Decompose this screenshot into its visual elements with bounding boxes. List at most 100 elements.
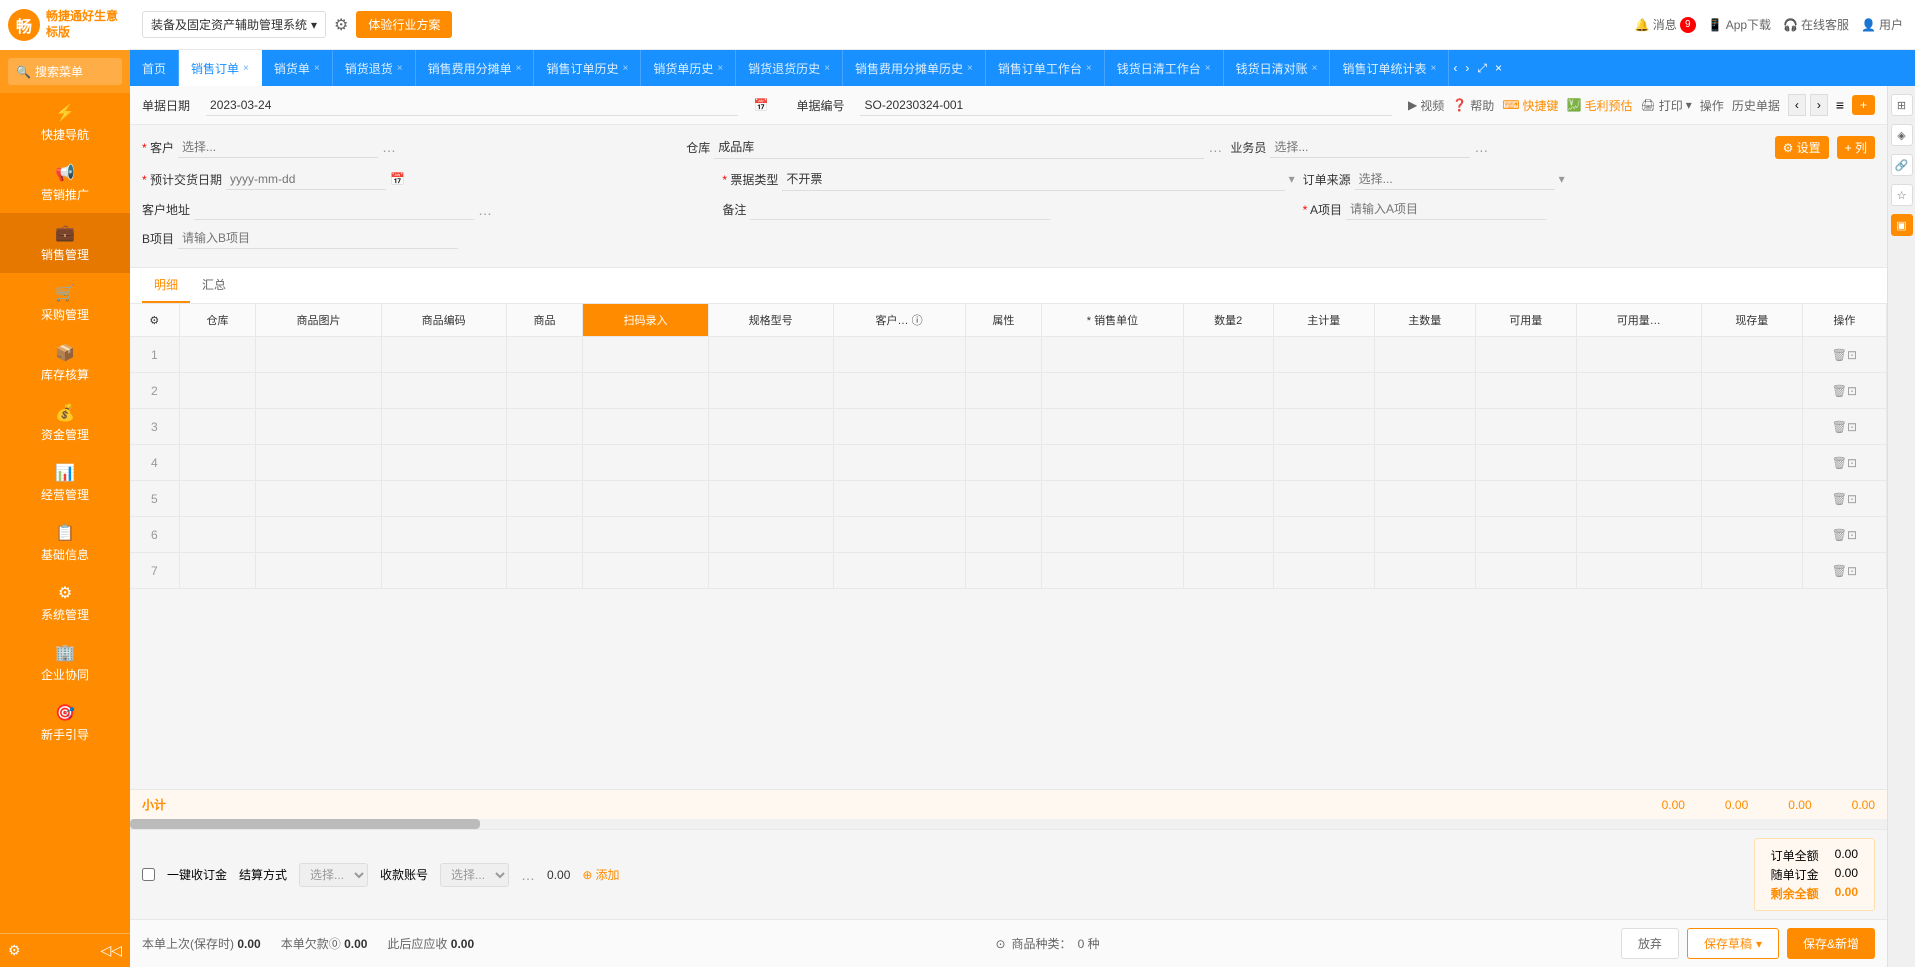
tab-summary[interactable]: 汇总 bbox=[190, 268, 238, 303]
table-cell[interactable] bbox=[256, 409, 381, 445]
copy-row-button[interactable]: ⊡ bbox=[1847, 348, 1857, 362]
sidebar-item-guide[interactable]: 🎯 新手引导 bbox=[0, 693, 130, 753]
add-payment-button[interactable]: ⊕ 添加 bbox=[582, 866, 619, 883]
close-stats-tab-icon[interactable]: × bbox=[1430, 63, 1436, 74]
table-cell[interactable] bbox=[583, 517, 708, 553]
shortcut-button[interactable]: ⌨ 快捷键 bbox=[1502, 97, 1558, 114]
table-cell[interactable] bbox=[1042, 337, 1183, 373]
table-cell[interactable] bbox=[1374, 409, 1475, 445]
table-cell[interactable] bbox=[256, 517, 381, 553]
table-cell[interactable] bbox=[506, 517, 583, 553]
delete-row-button[interactable]: 🗑 bbox=[1832, 528, 1847, 542]
table-cell[interactable] bbox=[833, 481, 965, 517]
tab-next-button[interactable]: › bbox=[1461, 61, 1473, 75]
table-cell[interactable] bbox=[1273, 553, 1374, 589]
table-cell[interactable] bbox=[708, 445, 833, 481]
save-draft-button[interactable]: 保存草稿 ▾ bbox=[1687, 928, 1779, 959]
table-cell[interactable] bbox=[381, 445, 506, 481]
right-star-button[interactable]: ☆ bbox=[1891, 184, 1913, 206]
table-cell[interactable] bbox=[1701, 517, 1802, 553]
table-cell[interactable] bbox=[965, 517, 1042, 553]
address-input[interactable] bbox=[194, 199, 474, 220]
table-cell[interactable] bbox=[179, 373, 256, 409]
delivery-calendar-icon[interactable]: 📅 bbox=[390, 172, 405, 186]
table-cell[interactable] bbox=[1701, 553, 1802, 589]
close-return-history-tab-icon[interactable]: × bbox=[824, 63, 830, 74]
col-main-unit[interactable]: 主计量 bbox=[1273, 304, 1374, 337]
search-menu-button[interactable]: 🔍 搜索菜单 bbox=[8, 58, 122, 85]
table-cell[interactable] bbox=[381, 373, 506, 409]
table-cell[interactable] bbox=[506, 481, 583, 517]
delete-row-button[interactable]: 🗑 bbox=[1832, 492, 1847, 506]
table-cell[interactable] bbox=[1273, 517, 1374, 553]
print-button[interactable]: 🖨 打印 ▾ bbox=[1641, 97, 1692, 114]
table-cell[interactable] bbox=[1701, 337, 1802, 373]
close-sales-fee-tab-icon[interactable]: × bbox=[516, 63, 522, 74]
table-cell[interactable] bbox=[1475, 517, 1576, 553]
industry-solution-button[interactable]: 体验行业方案 bbox=[356, 11, 452, 38]
table-cell[interactable] bbox=[965, 337, 1042, 373]
table-cell[interactable] bbox=[708, 481, 833, 517]
sidebar-item-system[interactable]: ⚙ 系统管理 bbox=[0, 573, 130, 633]
table-cell[interactable] bbox=[583, 409, 708, 445]
col-customer-code[interactable]: 客户… ⓘ bbox=[833, 304, 965, 337]
table-cell[interactable] bbox=[708, 517, 833, 553]
delete-row-button[interactable]: 🗑 bbox=[1832, 564, 1847, 578]
copy-row-button[interactable]: ⊡ bbox=[1847, 456, 1857, 470]
a-project-input[interactable] bbox=[1346, 199, 1546, 220]
b-project-input[interactable] bbox=[178, 228, 458, 249]
staff-input[interactable] bbox=[1270, 137, 1470, 158]
messages-button[interactable]: 🔔 消息 9 bbox=[1635, 16, 1696, 33]
table-cell[interactable] bbox=[256, 481, 381, 517]
actions-button[interactable]: 操作 bbox=[1700, 97, 1724, 114]
table-cell[interactable] bbox=[1183, 517, 1273, 553]
table-cell[interactable] bbox=[1374, 517, 1475, 553]
table-cell[interactable] bbox=[256, 373, 381, 409]
table-cell[interactable] bbox=[1042, 553, 1183, 589]
user-menu-button[interactable]: 👤 用户 bbox=[1861, 16, 1903, 33]
save-new-button[interactable]: 保存&新增 bbox=[1787, 928, 1875, 959]
col-scan[interactable]: 扫码录入 bbox=[583, 304, 708, 337]
table-cell[interactable] bbox=[1183, 409, 1273, 445]
order-source-input[interactable] bbox=[1355, 169, 1555, 190]
table-cell[interactable] bbox=[1701, 373, 1802, 409]
app-selector[interactable]: 装备及固定资产辅助管理系统 ▾ bbox=[142, 11, 326, 38]
col-current[interactable]: 现存量 bbox=[1701, 304, 1802, 337]
close-invoice-history-tab-icon[interactable]: × bbox=[717, 63, 723, 74]
col-avail2[interactable]: 可用量… bbox=[1576, 304, 1701, 337]
tab-return-history[interactable]: 销货退货历史 × bbox=[736, 50, 843, 86]
table-cell[interactable] bbox=[708, 409, 833, 445]
close-sales-return-tab-icon[interactable]: × bbox=[397, 63, 403, 74]
delete-row-button[interactable]: 🗑 bbox=[1832, 456, 1847, 470]
right-link-button[interactable]: 🔗 bbox=[1891, 154, 1913, 176]
delete-row-button[interactable]: 🗑 bbox=[1832, 384, 1847, 398]
calendar-icon[interactable]: 📅 bbox=[754, 98, 769, 112]
table-cell[interactable] bbox=[1576, 553, 1701, 589]
table-cell[interactable] bbox=[506, 409, 583, 445]
right-scan-button[interactable]: ▣ bbox=[1891, 214, 1913, 236]
close-reconcile-tab-icon[interactable]: × bbox=[1312, 63, 1318, 74]
table-cell[interactable] bbox=[1042, 445, 1183, 481]
table-cell[interactable] bbox=[1576, 409, 1701, 445]
table-cell[interactable] bbox=[1042, 409, 1183, 445]
close-daily-clear-tab-icon[interactable]: × bbox=[1205, 63, 1211, 74]
sidebar-item-ops[interactable]: 📊 经营管理 bbox=[0, 453, 130, 513]
remark-input[interactable] bbox=[750, 199, 1050, 220]
table-cell[interactable] bbox=[381, 337, 506, 373]
tab-prev-button[interactable]: ‹ bbox=[1449, 61, 1461, 75]
table-cell[interactable] bbox=[179, 481, 256, 517]
table-view-button[interactable]: ≡ bbox=[1836, 97, 1844, 113]
app-download-button[interactable]: 📱 App下载 bbox=[1708, 16, 1771, 33]
settings-panel-button[interactable]: ⚙ 设置 bbox=[1775, 136, 1829, 159]
method-select[interactable]: 选择... bbox=[299, 863, 368, 887]
table-cell[interactable] bbox=[1576, 337, 1701, 373]
sidebar-item-marketing[interactable]: 📢 营销推广 bbox=[0, 153, 130, 213]
table-cell[interactable] bbox=[1183, 553, 1273, 589]
history-next-button[interactable]: › bbox=[1810, 94, 1828, 116]
tab-invoice-history[interactable]: 销货单历史 × bbox=[641, 50, 736, 86]
table-cell[interactable] bbox=[1183, 481, 1273, 517]
col-avail[interactable]: 可用量 bbox=[1475, 304, 1576, 337]
table-cell[interactable] bbox=[506, 373, 583, 409]
table-cell[interactable] bbox=[1374, 553, 1475, 589]
close-fee-history-tab-icon[interactable]: × bbox=[967, 63, 973, 74]
